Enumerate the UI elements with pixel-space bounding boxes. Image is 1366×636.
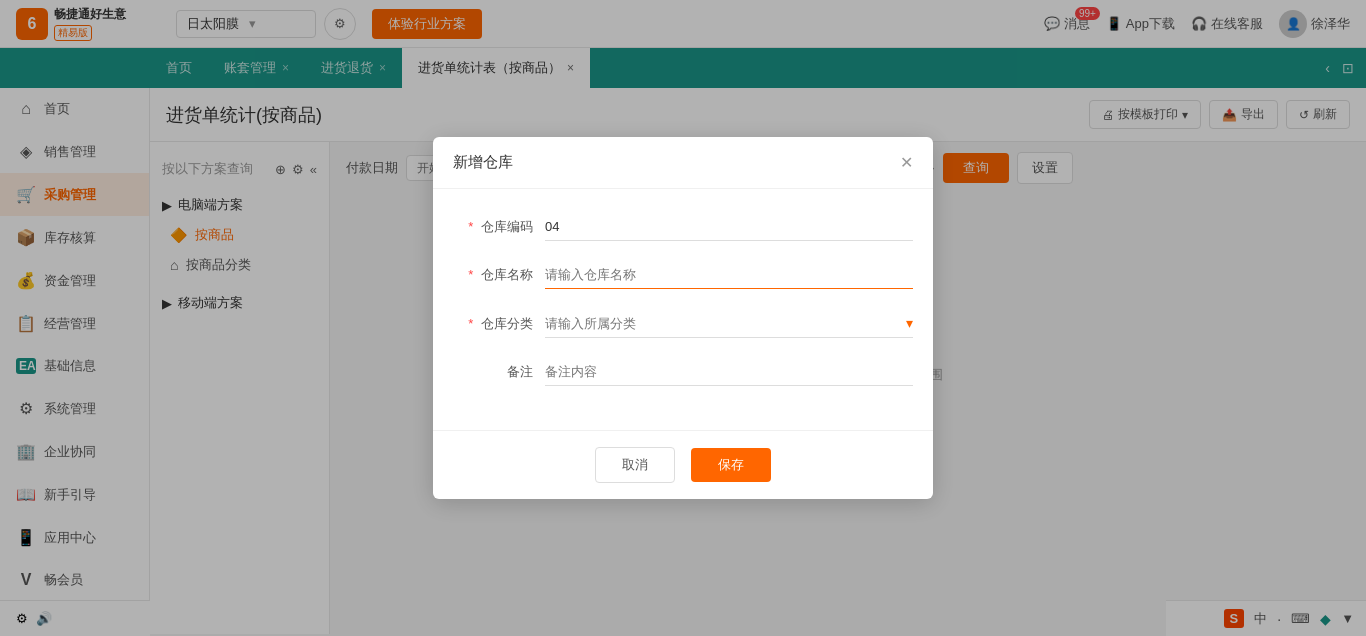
warehouse-name-input[interactable] xyxy=(545,261,913,289)
save-button[interactable]: 保存 xyxy=(691,448,771,482)
form-row-category: * 仓库分类 ▾ xyxy=(453,309,913,338)
category-label: * 仓库分类 xyxy=(453,315,533,333)
form-row-note: 备注 xyxy=(453,358,913,386)
required-mark-category: * xyxy=(468,316,473,331)
category-input[interactable] xyxy=(545,316,906,331)
modal-overlay[interactable]: 新增仓库 ✕ * 仓库编码 * 仓库名称 xyxy=(0,0,1366,636)
required-mark-code: * xyxy=(468,219,473,234)
warehouse-code-input[interactable] xyxy=(545,213,913,241)
modal-header: 新增仓库 ✕ xyxy=(433,137,933,189)
cancel-button[interactable]: 取消 xyxy=(595,447,675,483)
required-mark-name: * xyxy=(468,267,473,282)
form-row-code: * 仓库编码 xyxy=(453,213,913,241)
note-label: 备注 xyxy=(453,363,533,381)
category-select-wrapper: ▾ xyxy=(545,309,913,338)
form-row-name: * 仓库名称 xyxy=(453,261,913,289)
modal-close-button[interactable]: ✕ xyxy=(900,153,913,172)
modal-body: * 仓库编码 * 仓库名称 * 仓库分类 xyxy=(433,189,933,430)
note-input[interactable] xyxy=(545,358,913,386)
modal-title: 新增仓库 xyxy=(453,153,513,172)
new-warehouse-modal: 新增仓库 ✕ * 仓库编码 * 仓库名称 xyxy=(433,137,933,499)
category-dropdown-icon[interactable]: ▾ xyxy=(906,315,913,331)
modal-footer: 取消 保存 xyxy=(433,430,933,499)
name-label: * 仓库名称 xyxy=(453,266,533,284)
code-label: * 仓库编码 xyxy=(453,218,533,236)
